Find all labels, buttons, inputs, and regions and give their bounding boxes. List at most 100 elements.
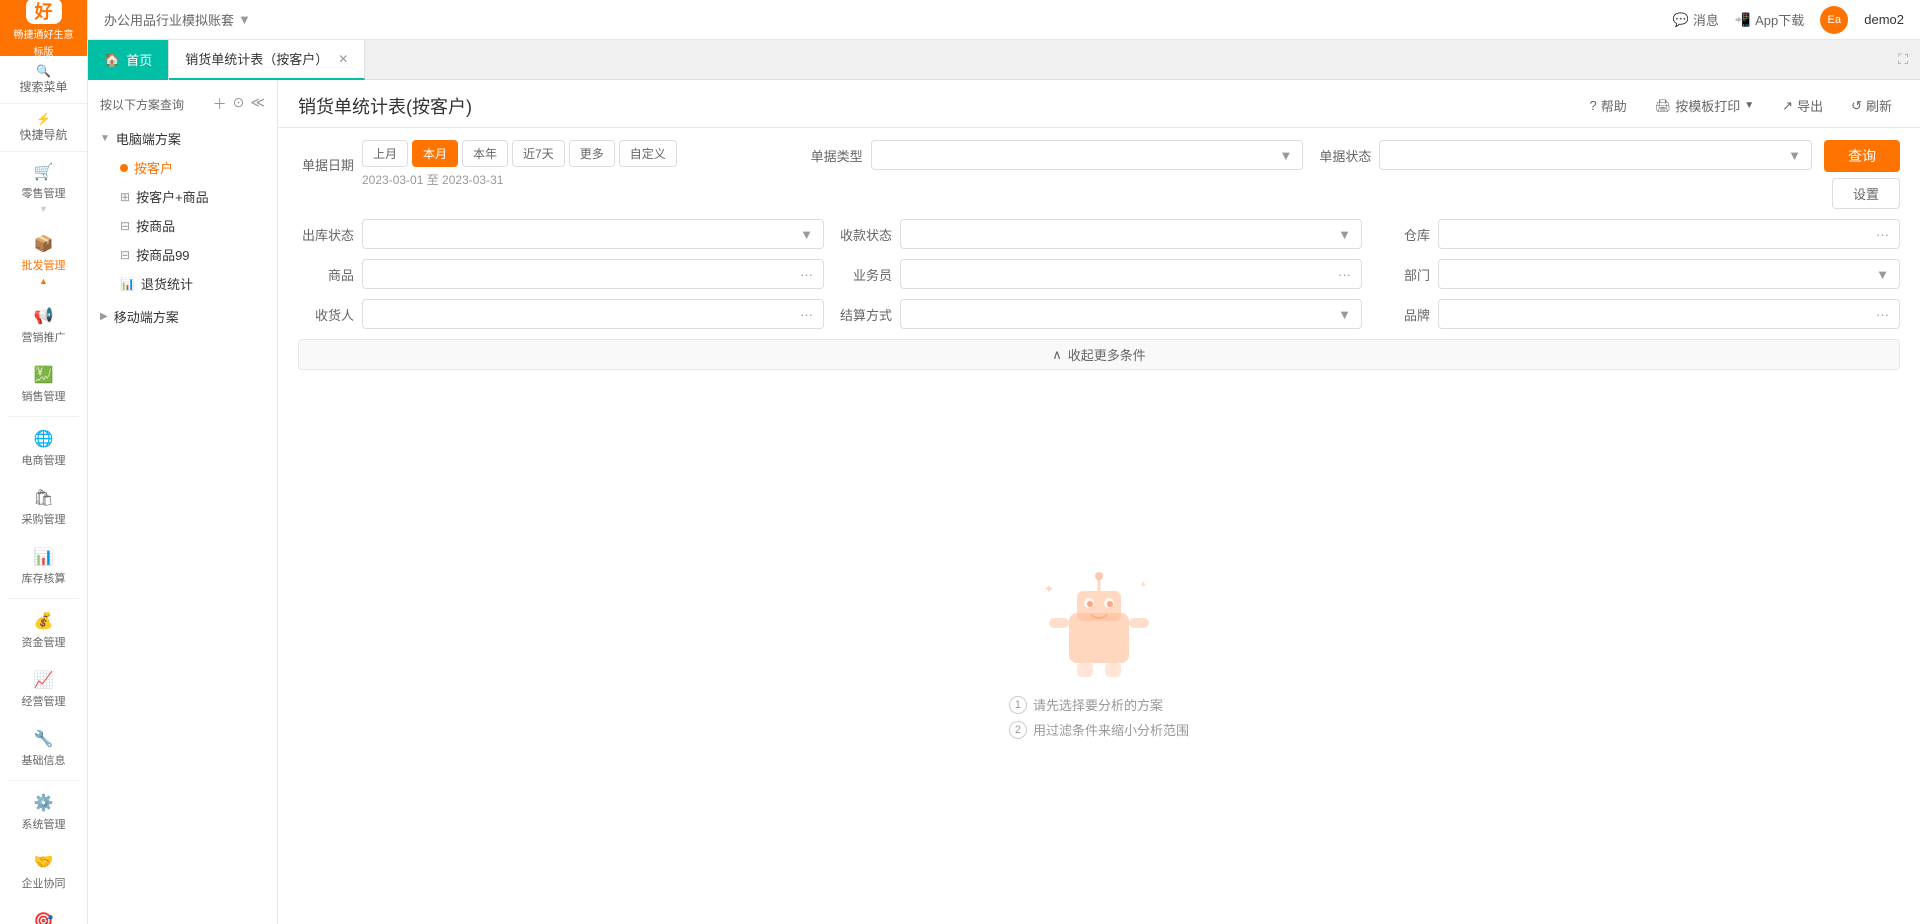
svg-text:✦: ✦ [1044,582,1054,596]
messages-label: 消息 [1693,10,1719,29]
sidebar-item-sales[interactable]: 💹 销售管理 [0,355,87,414]
ecommerce-icon: 🌐 [34,429,54,449]
doc-type-input[interactable]: ▼ [871,140,1304,170]
sidebar-item-basic[interactable]: 🔧 基础信息 [0,719,87,778]
tree-node-return-stats[interactable]: 📊 退货统计 [100,269,277,298]
sidebar-item-retail[interactable]: 🛒 零售管理 ▼ [0,152,87,224]
out-status-col: 出库状态 ▼ [298,219,824,249]
sidebar-item-wholesale[interactable]: 📦 批发管理 ▲ [0,224,87,296]
salesperson-col: 业务员 ··· [836,259,1362,289]
print-dropdown-icon: ▼ [1744,100,1754,111]
filter-row-2: 出库状态 ▼ 收款状态 ▼ [298,219,1900,249]
message-icon: 💬 [1673,12,1689,28]
finance-icon: 💰 [34,611,54,631]
tree-node-by-product[interactable]: ⊟ 按商品 [100,211,277,240]
collapse-bar[interactable]: ∧ 收起更多条件 [298,339,1900,370]
section-label: 电脑端方案 [116,129,181,148]
salesperson-input[interactable]: ··· [900,259,1362,289]
receiver-input[interactable]: ··· [362,299,824,329]
sales-icon: 💹 [34,365,54,385]
sidebar-item-purchase[interactable]: 🛍 采购管理 [0,478,87,537]
date-btn-more[interactable]: 更多 [569,140,615,167]
tree-node-by-product99[interactable]: ⊟ 按商品99 [100,240,277,269]
sidebar-item-finance[interactable]: 💰 资金管理 [0,601,87,660]
print-btn[interactable]: 🖨 按模板打印 ▼ [1647,92,1762,119]
help-icon: ? [1589,98,1596,113]
brand-input[interactable]: ··· [1438,299,1900,329]
empty-tip-2: 2 用过滤条件来缩小分析范围 [1009,720,1189,739]
tree-node-label: 按客户+商品 [136,187,209,206]
receiver-label: 收货人 [298,305,354,324]
add-scheme-icon[interactable]: ＋ [213,94,227,114]
date-btn-this-month[interactable]: 本月 [412,140,458,167]
sidebar-logo: 好 畅捷通好生意 标版 [0,0,87,56]
app-download-btn[interactable]: 📲 App下载 [1735,10,1804,29]
date-btn-custom[interactable]: 自定义 [619,140,677,167]
settlement-input[interactable]: ▼ [900,299,1362,329]
collapse-panel-icon[interactable]: ≪ [250,94,265,114]
sidebar-item-operation[interactable]: 📈 经营管理 [0,660,87,719]
brand-col: 品牌 ··· [1374,299,1900,329]
tab-close-icon[interactable]: ✕ [338,52,348,66]
sidebar-item-system[interactable]: ⚙️ 系统管理 [0,783,87,842]
date-filter-group: 上月 本月 本年 近7天 更多 自定义 2023-03-01 至 2023-03… [362,140,677,188]
tree-section-mobile[interactable]: ▶ 移动端方案 [88,302,277,331]
date-buttons: 上月 本月 本年 近7天 更多 自定义 [362,140,677,167]
tree-node-label: 退货统计 [141,274,193,293]
filter-rows: 单据日期 上月 本月 本年 近7天 更多 自定义 20 [278,128,1920,329]
topbar: 办公用品行业模拟账套 ▼ 💬 消息 📲 App下载 Ea demo2 [88,0,1920,40]
tree-node-by-customer[interactable]: 按客户 [100,153,277,182]
warehouse-label: 仓库 [1374,225,1430,244]
user-avatar[interactable]: Ea [1820,6,1848,34]
sidebar-quick-nav[interactable]: ⚡ 快捷导航 [0,104,87,152]
tree-section-desktop[interactable]: ▼ 电脑端方案 [88,124,277,153]
username-label: demo2 [1864,12,1904,27]
page-title: 销货单统计表(按客户) [298,93,472,119]
help-btn[interactable]: ? 帮助 [1581,92,1634,119]
department-input[interactable]: ▼ [1438,259,1900,289]
tab-home[interactable]: 🏠 首页 [88,40,169,80]
topbar-dropdown-icon[interactable]: ▼ [238,12,251,27]
warehouse-input[interactable]: ··· [1438,219,1900,249]
sidebar-item-enterprise[interactable]: 🤝 企业协同 [0,842,87,901]
refresh-btn[interactable]: ↺ 刷新 [1843,92,1900,119]
tab-sales-stats[interactable]: 销货单统计表（按客户） ✕ [169,40,365,80]
refresh-label: 刷新 [1866,96,1892,115]
date-btn-this-year[interactable]: 本年 [462,140,508,167]
sidebar-item-ecommerce[interactable]: 🌐 电商管理 [0,419,87,478]
receipt-status-input[interactable]: ▼ [900,219,1362,249]
app-download-label: App下载 [1755,10,1804,29]
sidebar-item-marketing[interactable]: 📢 营销推广 [0,296,87,355]
tab-home-label: 首页 [126,50,152,69]
product-input[interactable]: ··· [362,259,824,289]
doc-type-arrow-icon: ▼ [1279,148,1292,163]
sidebar-search[interactable]: 🔍 搜索菜单 [0,56,87,104]
query-btn[interactable]: 查询 [1824,140,1900,172]
export-btn[interactable]: ↗ 导出 [1774,92,1831,119]
date-btn-last7days[interactable]: 近7天 [512,140,565,167]
warehouse-col: 仓库 ··· [1374,219,1900,249]
sidebar-item-inventory[interactable]: 📊 库存核算 [0,537,87,596]
collapse-up-icon: ∧ [1052,347,1062,363]
tree-node-label: 按商品 [136,216,175,235]
collapse-label: 收起更多条件 [1068,345,1146,364]
user-initials: Ea [1828,14,1841,26]
doc-status-input[interactable]: ▼ [1379,140,1812,170]
wholesale-arrow: ▲ [39,276,48,286]
tree-node-label: 按客户 [134,158,173,177]
search-label: 搜索菜单 [8,78,79,95]
svg-text:✦: ✦ [1139,580,1147,591]
out-status-input[interactable]: ▼ [362,219,824,249]
tab-maximize-btn[interactable]: ⛶ [1886,40,1920,80]
settlement-col: 结算方式 ▼ [836,299,1362,329]
date-btn-last-month[interactable]: 上月 [362,140,408,167]
sidebar-item-newbie[interactable]: 🎯 新手引导 [0,901,87,924]
tree-node-by-customer-product[interactable]: ⊞ 按客户+商品 [100,182,277,211]
set-btn[interactable]: 设置 [1832,178,1900,209]
inventory-icon: 📊 [34,547,54,567]
home-icon: 🏠 [104,52,120,68]
messages-btn[interactable]: 💬 消息 [1673,10,1719,29]
purchase-icon: 🛍 [33,488,53,508]
settings-scheme-icon[interactable]: ⊙ [233,94,245,114]
tab-sales-stats-label: 销货单统计表（按客户） [185,49,328,68]
